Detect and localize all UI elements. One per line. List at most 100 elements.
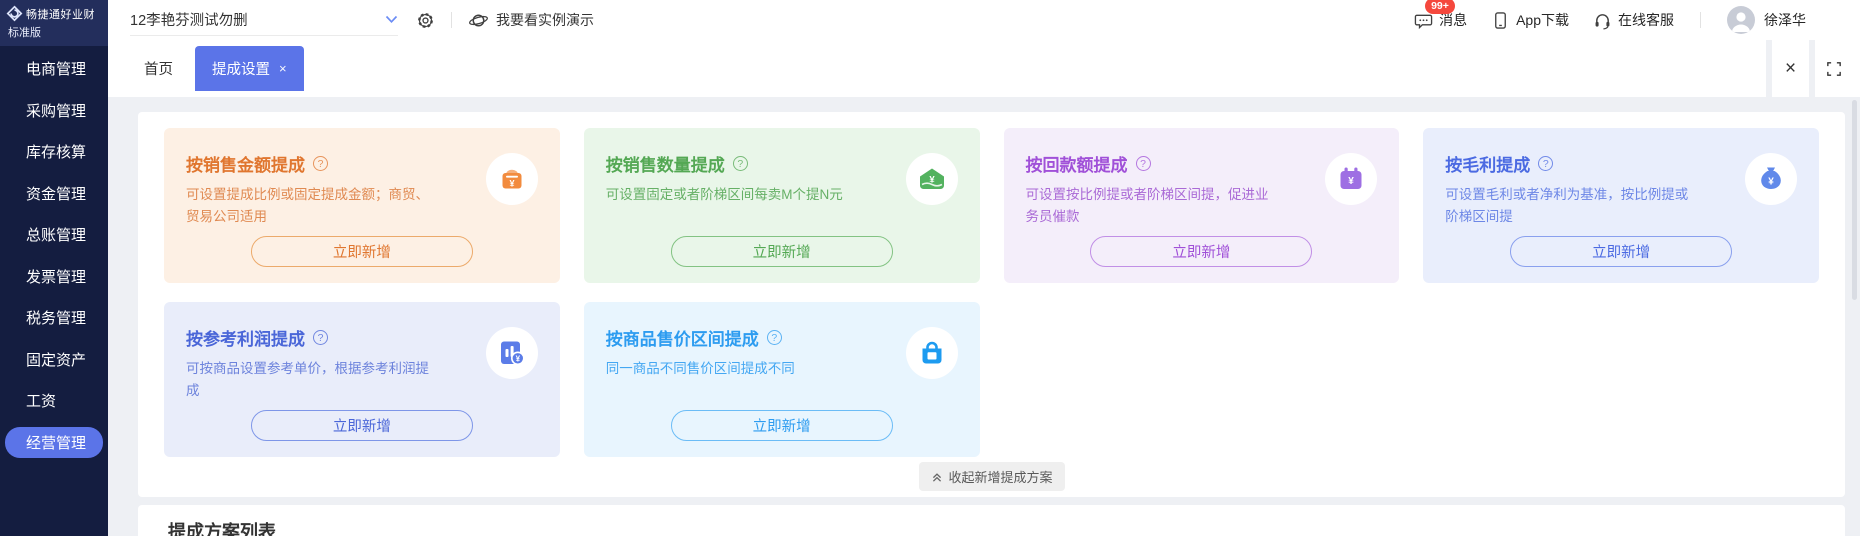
sidebar-item[interactable]: 库存核算 [0,131,108,173]
scheme-list-title: 提成方案列表 [168,522,276,536]
help-icon[interactable]: ? [313,156,328,171]
sidebar-item[interactable]: 税务管理 [0,297,108,339]
app-download-button[interactable]: App下载 [1491,10,1569,30]
chevron-down-icon [385,15,398,24]
svg-text:¥: ¥ [1768,176,1774,187]
tab-bar: 首页 提成设置 × × [108,40,1860,97]
online-support-button[interactable]: 在线客服 [1593,10,1674,30]
gross-profit-bag-icon: ¥ [1745,153,1797,205]
help-icon[interactable]: ? [1135,156,1151,171]
svg-text:¥: ¥ [509,179,514,189]
close-icon: × [1784,58,1797,79]
svg-text:¥: ¥ [1348,176,1354,187]
fullscreen-icon [1826,61,1842,77]
tab-close-icon[interactable]: × [279,61,287,76]
sales-quantity-house-icon: ¥ [905,153,958,205]
messages-button[interactable]: 99+ 消息 [1414,0,1467,30]
user-menu[interactable]: 徐泽华 [1727,6,1806,34]
sidebar-item-label: 采购管理 [26,102,87,120]
sidebar-item-label: 税务管理 [26,310,87,328]
divider [451,12,452,28]
svg-text:¥: ¥ [515,355,520,364]
help-icon[interactable]: ? [1538,156,1554,171]
card-title: 按毛利提成 [1445,156,1531,175]
double-chevron-up-icon [930,471,942,483]
demo-link-label: 我要看实例演示 [496,12,594,28]
card-description: 可设置提成比例或固定提成金额；商贸、贸易公司适用 [186,187,429,224]
demo-globe-icon [468,10,489,31]
brand-logo-icon [6,5,23,22]
sidebar-menu: 电商管理 采购管理 库存核算 资金管理 总账管理 发票管理 税务管理 固定资产 … [0,46,108,536]
help-icon[interactable]: ? [732,156,748,171]
svg-text:¥: ¥ [929,175,935,186]
fullscreen-button[interactable] [1815,40,1852,97]
account-select[interactable]: 12李艳芬测试勿删 [130,5,398,36]
card-description: 可按商品设置参考单价，根据参考利润提成 [186,361,429,398]
phone-icon [1491,11,1510,30]
receivable-calendar-icon: ¥ [1325,153,1378,205]
app-download-label: App下载 [1516,12,1569,28]
brand-logo: 畅捷通好业财 标准版 [0,0,108,46]
card-title: 按销售数量提成 [605,156,725,175]
sidebar-item[interactable]: 电商管理 [0,48,108,90]
commission-card: 按参考利润提成 ? 可按商品设置参考单价，根据参考利润提成 ¥ 立即新增 [164,302,560,457]
money-box-icon: ¥ [485,153,538,205]
collapse-schemes-button[interactable]: 收起新增提成方案 [918,462,1065,491]
add-now-button[interactable]: 立即新增 [1510,236,1733,267]
account-select-value: 12李艳芬测试勿删 [130,13,248,29]
sidebar-item[interactable]: 总账管理 [0,214,108,256]
sidebar: 畅捷通好业财 标准版 电商管理 采购管理 库存核算 资金管理 总账管理 发票管理… [0,0,108,536]
card-title: 按销售金额提成 [186,156,305,175]
commission-schemes-panel: 按销售金额提成 ? 可设置提成比例或固定提成金额；商贸、贸易公司适用 ¥ 立即新… [138,112,1845,497]
sidebar-item[interactable]: 工资 [0,380,108,422]
edition-label: 标准版 [8,27,41,39]
scheme-list-panel: 提成方案列表 [138,505,1845,536]
price-range-bag-icon [905,327,958,379]
card-title: 按参考利润提成 [186,330,305,349]
sidebar-item-label: 固定资产 [26,351,87,369]
headset-icon [1593,11,1612,30]
add-now-button[interactable]: 立即新增 [250,236,473,267]
sidebar-item-label: 经营管理 [26,434,87,452]
card-title: 按回款额提成 [1025,156,1128,175]
commission-card: 按销售数量提成 ? 可设置固定或者阶梯区间每卖M个提N元 ¥ 立即新增 [583,128,980,283]
settings-gear-button[interactable] [416,11,435,30]
commission-card: 按回款额提成 ? 可设置按比例提或者阶梯区间提，促进业务员催款 ¥ 立即新增 [1003,128,1400,283]
vertical-scrollbar[interactable] [1852,100,1857,300]
divider [1852,40,1860,97]
help-icon[interactable]: ? [313,330,328,345]
sidebar-item[interactable]: 固定资产 [0,339,108,381]
tab-commission-settings[interactable]: 提成设置 × [195,46,304,91]
add-now-button[interactable]: 立即新增 [250,410,473,441]
divider [1700,12,1701,28]
content-area: 按销售金额提成 ? 可设置提成比例或固定提成金额；商贸、贸易公司适用 ¥ 立即新… [108,97,1860,536]
reference-profit-doc-icon: ¥ [485,327,538,379]
tab-home-label: 首页 [144,62,173,78]
demo-link[interactable]: 我要看实例演示 [468,10,594,31]
sidebar-item-label: 电商管理 [26,61,87,79]
username: 徐泽华 [1764,12,1806,28]
add-now-button[interactable]: 立即新增 [1090,236,1313,267]
brand-name: 畅捷通好业财 [26,8,95,21]
add-now-button[interactable]: 立即新增 [670,236,893,267]
tab-home[interactable]: 首页 [130,46,187,91]
commission-card: 按商品售价区间提成 ? 同一商品不同售价区间提成不同 立即新增 [583,302,980,457]
commission-card: 按销售金额提成 ? 可设置提成比例或固定提成金额；商贸、贸易公司适用 ¥ 立即新… [164,128,560,283]
help-icon[interactable]: ? [766,330,782,345]
avatar [1727,6,1755,34]
topbar: 12李艳芬测试勿删 我要看实例演示 99+ 消息 App下载 在线客服 徐泽华 [108,0,1860,40]
sidebar-item[interactable]: 资金管理 [0,173,108,215]
card-description: 可设置固定或者阶梯区间每卖M个提N元 [605,187,843,202]
messages-badge: 99+ [1425,0,1455,14]
sidebar-item-label: 总账管理 [26,227,87,245]
close-page-button[interactable]: × [1772,40,1809,97]
sidebar-item[interactable]: 采购管理 [0,90,108,132]
tab-active-label: 提成设置 [212,62,270,78]
add-now-button[interactable]: 立即新增 [670,410,893,441]
sidebar-item[interactable]: 经营管理 [0,422,108,464]
card-title: 按商品售价区间提成 [605,330,759,349]
card-description: 可设置按比例提或者阶梯区间提，促进业务员催款 [1025,187,1269,224]
sidebar-item[interactable]: 发票管理 [0,256,108,298]
card-description: 同一商品不同售价区间提成不同 [605,361,795,376]
sidebar-item-label: 发票管理 [26,268,87,286]
